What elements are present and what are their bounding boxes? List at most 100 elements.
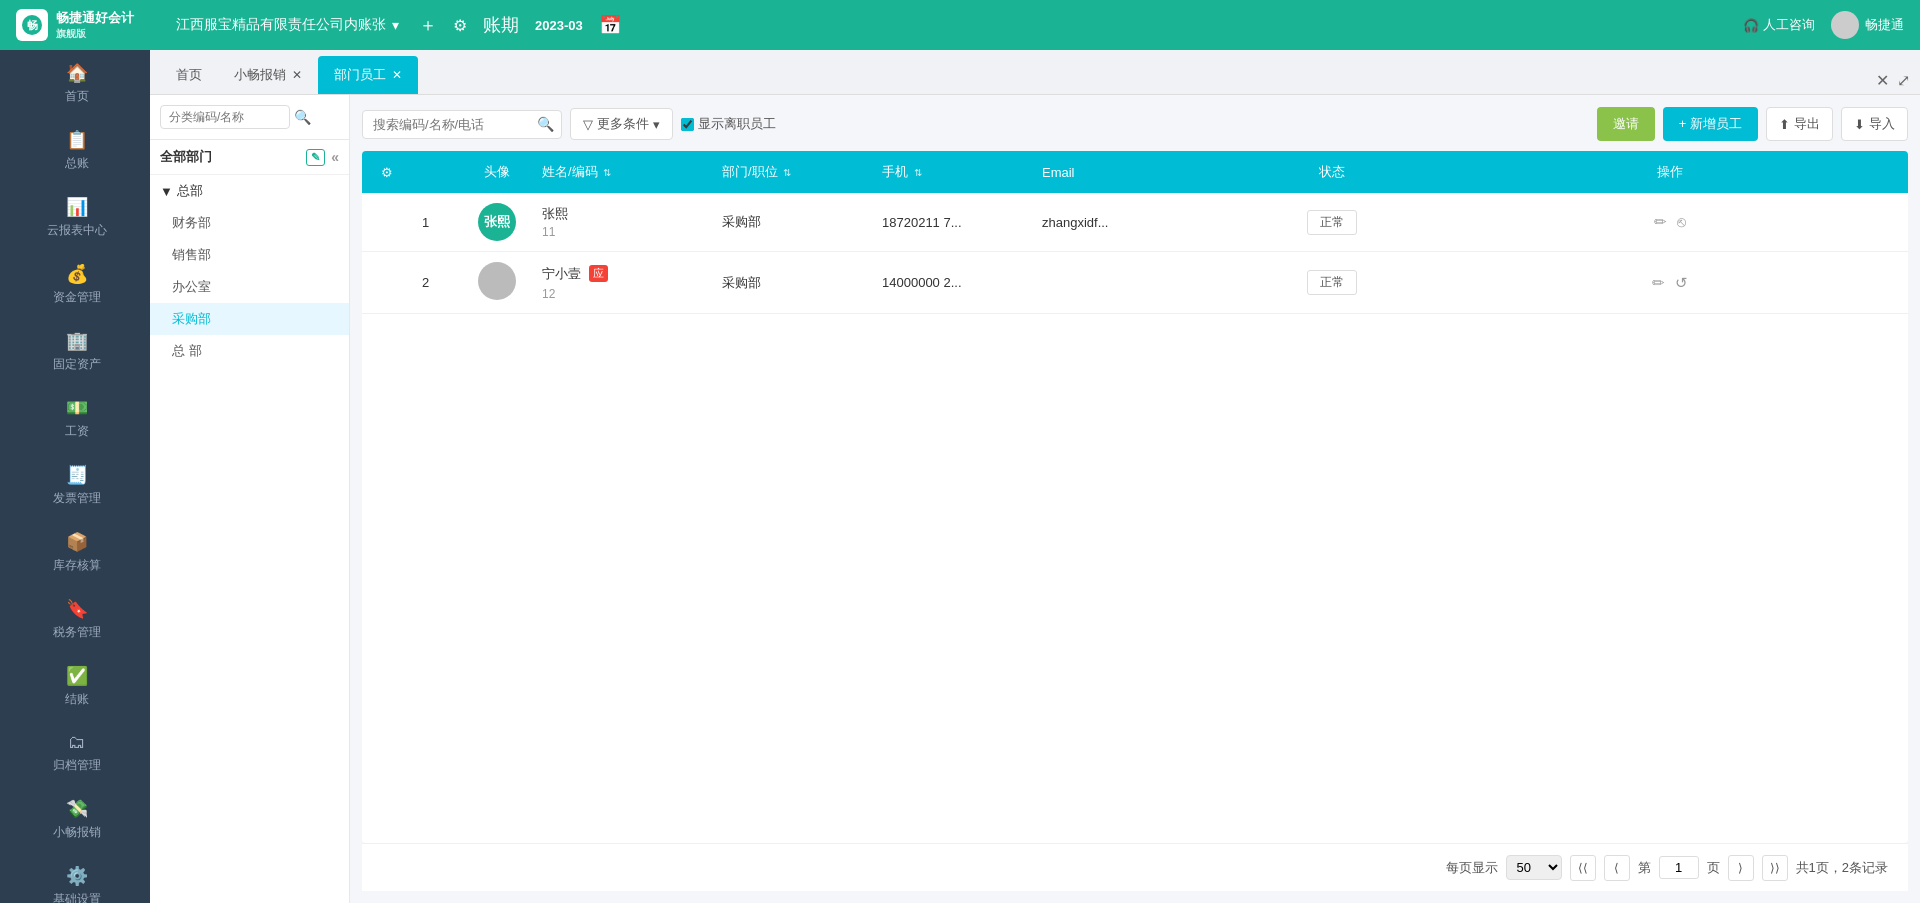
archive-icon: 🗂 <box>68 732 86 753</box>
sort-dept-icon: ⇅ <box>783 167 791 178</box>
sidebar-item-payroll[interactable]: 💵 工资 <box>0 385 150 452</box>
sidebar-item-expense[interactable]: 💸 小畅报销 <box>0 786 150 853</box>
td-index-2: 2 <box>412 252 462 314</box>
tab-home[interactable]: 首页 <box>160 56 218 94</box>
user-area[interactable]: 畅捷通 <box>1831 11 1904 39</box>
fullscreen-icon[interactable]: ⤢ <box>1897 71 1910 90</box>
close-all-icon[interactable]: ✕ <box>1876 71 1889 90</box>
sidebar-item-settings[interactable]: ⚙️ 基础设置 <box>0 853 150 903</box>
sidebar-item-archive[interactable]: 🗂 归档管理 <box>0 720 150 786</box>
edit-row1-icon[interactable]: ✏ <box>1654 213 1667 231</box>
close-tab-expense[interactable]: ✕ <box>292 68 302 82</box>
dept-item-office[interactable]: 办公室 <box>150 271 349 303</box>
th-status: 状态 <box>1232 151 1432 193</box>
settings-icon: ⚙️ <box>66 865 88 887</box>
show-resigned-checkbox[interactable] <box>681 118 694 131</box>
th-avatar: 头像 <box>462 151 532 193</box>
td-dept-1: 采购部 <box>712 193 872 252</box>
edit-row2-icon[interactable]: ✏ <box>1652 274 1665 292</box>
import-button[interactable]: ⬇ 导入 <box>1841 107 1908 141</box>
table-row: 1 张熙 张熙 11 采购部 <box>362 193 1908 252</box>
logo-icon: 畅 <box>16 9 48 41</box>
chevron-down-icon: ▾ <box>392 17 399 33</box>
td-avatar-2 <box>462 252 532 314</box>
add-icon[interactable]: ＋ <box>419 13 437 37</box>
svg-text:畅: 畅 <box>27 19 38 31</box>
sidebar-item-assets[interactable]: 🏢 固定资产 <box>0 318 150 385</box>
dept-search-input[interactable] <box>160 105 290 129</box>
tabs-bar: 首页 小畅报销 ✕ 部门员工 ✕ ✕ ⤢ <box>150 50 1920 95</box>
first-page-button[interactable]: ⟨⟨ <box>1570 855 1596 881</box>
main-layout: 🏠 首页 📋 总账 📊 云报表中心 💰 资金管理 🏢 固定资产 💵 工资 🧾 发… <box>0 50 1920 903</box>
tab-expense[interactable]: 小畅报销 ✕ <box>218 56 318 94</box>
header-tools: ＋ ⚙ 账期 2023-03 📅 <box>419 13 621 37</box>
td-avatar-1: 张熙 <box>462 193 532 252</box>
sidebar-item-reports[interactable]: 📊 云报表中心 <box>0 184 150 251</box>
collapse-icon[interactable]: « <box>331 149 339 166</box>
avatar-circle-1: 张熙 <box>478 203 516 241</box>
td-status-2: 正常 <box>1232 252 1432 314</box>
sidebar-item-inventory[interactable]: 📦 库存核算 <box>0 519 150 586</box>
close-tab-employee[interactable]: ✕ <box>392 68 402 82</box>
filter-button[interactable]: ▽ 更多条件 ▾ <box>570 108 673 140</box>
td-email-1: zhangxidf... <box>1032 193 1232 252</box>
sidebar-item-close[interactable]: ✅ 结账 <box>0 653 150 720</box>
calendar-icon[interactable]: 📅 <box>599 14 621 36</box>
td-name-2: 宁小壹 应 12 <box>532 252 712 314</box>
invite-button[interactable]: 邀请 <box>1597 107 1655 141</box>
settings-icon[interactable]: ⚙ <box>453 16 467 35</box>
th-gear[interactable]: ⚙ <box>362 151 412 193</box>
page-number-input[interactable] <box>1659 856 1699 879</box>
tab-employee[interactable]: 部门员工 ✕ <box>318 56 418 94</box>
th-dept[interactable]: 部门/职位 ⇅ <box>712 151 872 193</box>
th-index <box>412 151 462 193</box>
avatar-img-2 <box>478 262 516 300</box>
employee-table: ⚙ 头像 姓名/编码 ⇅ 部门/职位 ⇅ 手机 ⇅ <box>362 151 1908 843</box>
employee-search-icon[interactable]: 🔍 <box>537 116 554 132</box>
th-name[interactable]: 姓名/编码 ⇅ <box>532 151 712 193</box>
dept-item-purchase[interactable]: 采购部 <box>150 303 349 335</box>
th-phone[interactable]: 手机 ⇅ <box>872 151 1032 193</box>
last-page-button[interactable]: ⟩⟩ <box>1762 855 1788 881</box>
service-button[interactable]: 🎧 人工咨询 <box>1743 16 1815 34</box>
pagination-bar: 每页显示 50 100 200 ⟨⟨ ⟨ 第 页 ⟩ ⟩⟩ 共1页，2条记录 <box>362 843 1908 891</box>
home-icon: 🏠 <box>66 62 88 84</box>
next-page-button[interactable]: ⟩ <box>1728 855 1754 881</box>
export-button[interactable]: ⬆ 导出 <box>1766 107 1833 141</box>
td-index-1: 1 <box>412 193 462 252</box>
payroll-icon: 💵 <box>66 397 88 419</box>
dept-item-general[interactable]: ▼ 总部 <box>150 175 349 207</box>
sidebar-item-funds[interactable]: 💰 资金管理 <box>0 251 150 318</box>
td-ops-1: ✏ ⎋ <box>1432 193 1908 252</box>
sidebar-item-ledger[interactable]: 📋 总账 <box>0 117 150 184</box>
sidebar-item-home[interactable]: 🏠 首页 <box>0 50 150 117</box>
sort-phone-icon: ⇅ <box>914 167 922 178</box>
th-email: Email <box>1032 151 1232 193</box>
employee-search-input[interactable] <box>362 110 562 139</box>
sidebar: 🏠 首页 📋 总账 📊 云报表中心 💰 资金管理 🏢 固定资产 💵 工资 🧾 发… <box>0 50 150 903</box>
invoice-icon: 🧾 <box>66 464 88 486</box>
refresh-row2-icon[interactable]: ↺ <box>1675 274 1688 292</box>
dept-search-icon[interactable]: 🔍 <box>294 109 311 125</box>
td-dept-2: 采购部 <box>712 252 872 314</box>
edit-dept-icon[interactable]: ✎ <box>306 149 325 166</box>
dept-item-finance[interactable]: 财务部 <box>150 207 349 239</box>
page-size-select[interactable]: 50 100 200 <box>1506 855 1562 880</box>
show-resigned-wrap[interactable]: 显示离职员工 <box>681 115 776 133</box>
sidebar-item-invoice[interactable]: 🧾 发票管理 <box>0 452 150 519</box>
td-gear-2 <box>362 252 412 314</box>
prev-page-button[interactable]: ⟨ <box>1604 855 1630 881</box>
toolbar-right: 邀请 + 新增员工 ⬆ 导出 ⬇ 导入 <box>1597 107 1908 141</box>
dept-item-hq[interactable]: 总 部 <box>150 335 349 367</box>
dept-search: 🔍 <box>150 95 349 140</box>
search-wrap: 🔍 <box>362 110 562 139</box>
logout-row1-icon[interactable]: ⎋ <box>1677 213 1686 231</box>
add-employee-button[interactable]: + 新增员工 <box>1663 107 1758 141</box>
ledger-icon: 📋 <box>66 129 88 151</box>
company-selector[interactable]: 江西服宝精品有限责任公司内账张 ▾ <box>176 16 399 34</box>
sidebar-item-tax[interactable]: 🔖 税务管理 <box>0 586 150 653</box>
td-email-2 <box>1032 252 1232 314</box>
all-dept-label[interactable]: 全部部门 <box>160 148 212 166</box>
td-status-1: 正常 <box>1232 193 1432 252</box>
dept-item-sales[interactable]: 销售部 <box>150 239 349 271</box>
